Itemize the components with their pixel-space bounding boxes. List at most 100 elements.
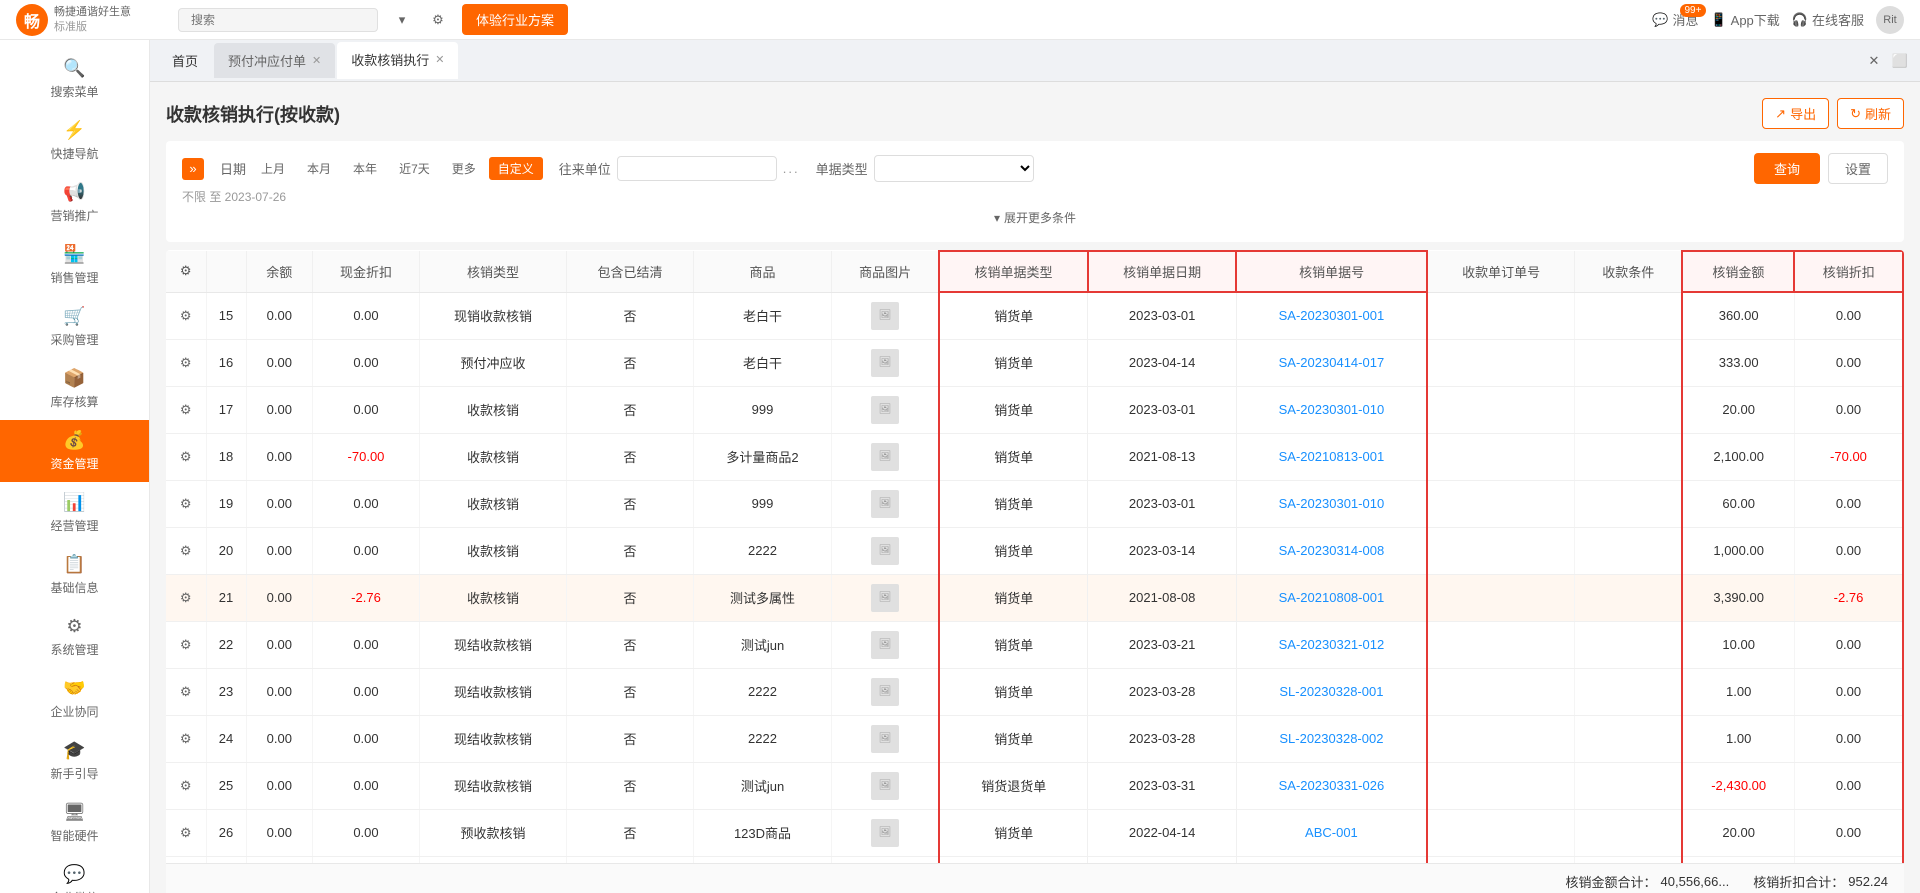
sidebar-item-库存核算[interactable]: 📦库存核算 — [0, 358, 149, 420]
close-tab1-icon[interactable]: ✕ — [312, 54, 321, 67]
bill-no-link[interactable]: SA-20230301-001 — [1279, 308, 1385, 323]
table-row: ⚙ 25 0.00 0.00 现结收款核销 否 测试jun 🖼 销货退货单 20… — [166, 762, 1903, 809]
col-gear[interactable]: ⚙ — [166, 809, 206, 856]
sidebar-item-资金管理[interactable]: 💰资金管理 — [0, 420, 149, 482]
maximize-icon[interactable]: ⬜ — [1888, 49, 1912, 73]
date-more-btn[interactable]: 更多 — [443, 157, 485, 180]
tab-receipts[interactable]: 收款核销执行 ✕ — [337, 42, 458, 79]
date-custom-btn[interactable]: 自定义 — [489, 157, 543, 180]
col-verifybillno[interactable]: SL-20230408-001 — [1236, 856, 1426, 863]
bill-no-link[interactable]: ABC-001 — [1305, 825, 1358, 840]
data-table-container: ⚙ 余额 现金折扣 核销类型 包含已结清 商品 商品图片 核销单据类型 核销单据… — [166, 250, 1904, 893]
sidebar-expand-btn[interactable]: » — [182, 158, 204, 180]
col-verifybillno[interactable]: SA-20230301-001 — [1236, 292, 1426, 339]
col-verifybillno[interactable]: SA-20230321-012 — [1236, 621, 1426, 668]
col-verifybilltype: 销货单 — [939, 621, 1088, 668]
col-gear[interactable]: ⚙ — [166, 339, 206, 386]
bill-no-link[interactable]: SL-20230328-001 — [1279, 684, 1383, 699]
sidebar-item-营销推广[interactable]: 📢营销推广 — [0, 172, 149, 234]
user-avatar[interactable]: Rit — [1876, 6, 1904, 34]
logo-area: 畅 畅捷通谐好生意 标准版 — [16, 4, 166, 36]
col-verifybillno[interactable]: SA-20230414-017 — [1236, 339, 1426, 386]
bill-no-link[interactable]: SA-20210813-001 — [1279, 449, 1385, 464]
table-scroll[interactable]: ⚙ 余额 现金折扣 核销类型 包含已结清 商品 商品图片 核销单据类型 核销单据… — [166, 250, 1904, 863]
sidebar-icon: 📦 — [63, 368, 85, 389]
export-btn[interactable]: ↗ 导出 — [1762, 98, 1829, 129]
close-window-icon[interactable]: ✕ — [1862, 49, 1886, 73]
sidebar-item-系统管理[interactable]: ⚙系统管理 — [0, 606, 149, 668]
col-gear[interactable]: ⚙ — [166, 856, 206, 863]
col-verifybillno[interactable]: SL-20230328-002 — [1236, 715, 1426, 762]
close-tab2-icon[interactable]: ✕ — [435, 53, 444, 66]
col-productimg: 🖼 — [832, 856, 940, 863]
search-input[interactable] — [178, 8, 378, 32]
billtype-label: 单据类型 — [816, 159, 868, 178]
bill-no-link[interactable]: SL-20230328-002 — [1279, 731, 1383, 746]
industry-btn[interactable]: 体验行业方案 — [462, 4, 568, 35]
col-verifybillno[interactable]: SL-20230328-001 — [1236, 668, 1426, 715]
sidebar-item-智能硬件[interactable]: 🖥智能硬件 — [0, 792, 149, 854]
sidebar-item-采购管理[interactable]: 🛒采购管理 — [0, 296, 149, 358]
bill-no-link[interactable]: SA-20230301-010 — [1279, 402, 1385, 417]
sidebar-item-企业微信[interactable]: 💬企业微信 — [0, 854, 149, 893]
col-gear[interactable]: ⚙ — [166, 433, 206, 480]
col-gear[interactable]: ⚙ — [166, 527, 206, 574]
col-balance: 0.00 — [246, 856, 313, 863]
dropdown-icon[interactable]: ▾ — [390, 8, 414, 32]
col-verifybillno[interactable]: SA-20230301-010 — [1236, 480, 1426, 527]
date-prev-month-btn[interactable]: 上月 — [252, 157, 294, 180]
settings-icon[interactable]: ⚙ — [426, 8, 450, 32]
col-gear[interactable]: ⚙ — [166, 715, 206, 762]
col-includesettled: 否 — [566, 292, 693, 339]
col-verifybillno[interactable]: ABC-001 — [1236, 809, 1426, 856]
col-gear[interactable]: ⚙ — [166, 762, 206, 809]
col-cashdiscount: 0.00 — [313, 527, 420, 574]
col-receiptorderno — [1427, 715, 1575, 762]
expand-more-btn[interactable]: ▾ 展开更多条件 — [182, 209, 1888, 226]
bill-no-link[interactable]: SA-20210808-001 — [1279, 590, 1385, 605]
tab-home[interactable]: 首页 — [158, 43, 212, 78]
bill-no-link[interactable]: SA-20230314-008 — [1279, 543, 1385, 558]
date-year-btn[interactable]: 本年 — [344, 157, 386, 180]
col-verifybillno[interactable]: SA-20210808-001 — [1236, 574, 1426, 621]
col-verifybillno[interactable]: SA-20210813-001 — [1236, 433, 1426, 480]
table-row: ⚙ 20 0.00 0.00 收款核销 否 2222 🖼 销货单 2023-03… — [166, 527, 1903, 574]
sidebar-item-销售管理[interactable]: 🏪销售管理 — [0, 234, 149, 296]
col-includesettled: 否 — [566, 762, 693, 809]
table-row: ⚙ 26 0.00 0.00 预收款核销 否 123D商品 🖼 销货单 2022… — [166, 809, 1903, 856]
query-btn[interactable]: 查询 — [1754, 153, 1820, 184]
sidebar-item-企业协同[interactable]: 🤝企业协同 — [0, 668, 149, 730]
bill-no-link[interactable]: SA-20230414-017 — [1279, 355, 1385, 370]
refresh-btn[interactable]: ↻ 刷新 — [1837, 98, 1904, 129]
product-img-thumb: 🖼 — [871, 443, 899, 471]
online-service-btn[interactable]: 🎧 在线客服 — [1792, 10, 1864, 29]
col-verifytype: 收款核销 — [419, 433, 566, 480]
sidebar-item-新手引导[interactable]: 🎓新手引导 — [0, 730, 149, 792]
col-verifybillno[interactable]: SA-20230314-008 — [1236, 527, 1426, 574]
sidebar: 🔍搜索菜单⚡快捷导航📢营销推广🏪销售管理🛒采购管理📦库存核算💰资金管理📊经营管理… — [0, 40, 150, 893]
col-gear[interactable]: ⚙ — [166, 668, 206, 715]
app-download-btn[interactable]: 📱 App下载 — [1710, 10, 1779, 29]
bill-no-link[interactable]: SA-20230331-026 — [1279, 778, 1385, 793]
date-week-btn[interactable]: 近7天 — [390, 157, 439, 180]
notify-btn[interactable]: 💬 消息 99+ — [1652, 10, 1698, 29]
col-verifybillno[interactable]: SA-20230301-010 — [1236, 386, 1426, 433]
col-gear[interactable]: ⚙ — [166, 386, 206, 433]
sidebar-item-快捷导航[interactable]: ⚡快捷导航 — [0, 110, 149, 172]
col-verifybillno[interactable]: SA-20230331-026 — [1236, 762, 1426, 809]
tab-prepay[interactable]: 预付冲应付单 ✕ — [214, 43, 335, 78]
col-gear[interactable]: ⚙ — [166, 292, 206, 339]
col-gear[interactable]: ⚙ — [166, 621, 206, 668]
unit-input[interactable] — [617, 156, 777, 181]
col-gear[interactable]: ⚙ — [166, 574, 206, 621]
sidebar-item-搜索菜单[interactable]: 🔍搜索菜单 — [0, 48, 149, 110]
unit-dots[interactable]: ... — [783, 161, 800, 176]
sidebar-item-基础信息[interactable]: 📋基础信息 — [0, 544, 149, 606]
col-gear[interactable]: ⚙ — [166, 480, 206, 527]
billtype-select[interactable] — [874, 155, 1034, 182]
date-curr-month-btn[interactable]: 本月 — [298, 157, 340, 180]
bill-no-link[interactable]: SA-20230301-010 — [1279, 496, 1385, 511]
setting-btn[interactable]: 设置 — [1828, 153, 1888, 184]
sidebar-item-经营管理[interactable]: 📊经营管理 — [0, 482, 149, 544]
bill-no-link[interactable]: SA-20230321-012 — [1279, 637, 1385, 652]
